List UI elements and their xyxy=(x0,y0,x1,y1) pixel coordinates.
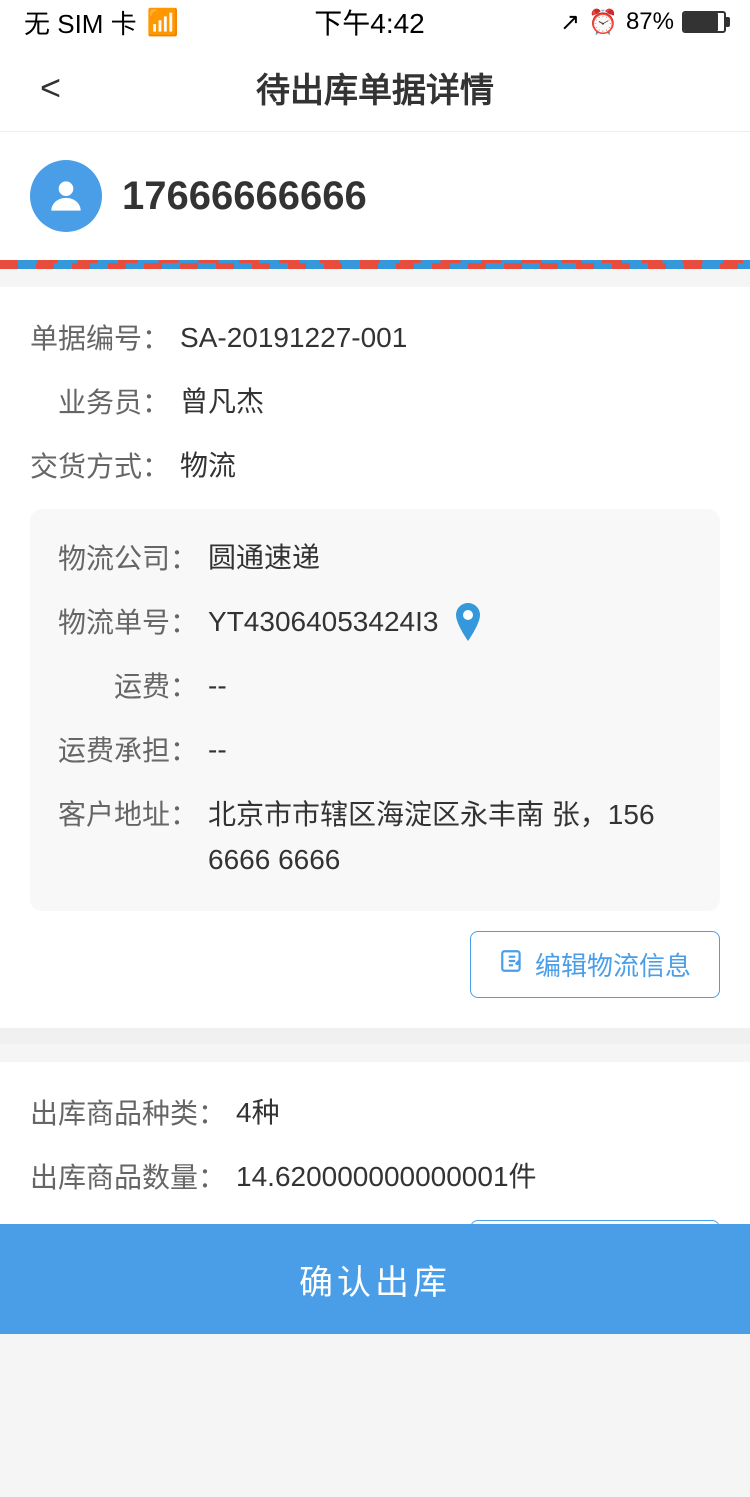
outbound-types-label: 出库商品种类： xyxy=(30,1092,226,1132)
logistics-tracking-label: 物流单号： xyxy=(58,601,198,641)
logistics-card: 物流公司： 圆通速递 物流单号： YT43064053424I3 运费： -- … xyxy=(30,509,720,911)
logistics-tracking-row: 物流单号： YT43064053424I3 xyxy=(58,601,692,643)
document-number-label: 单据编号： xyxy=(30,317,170,357)
status-left: 无 SIM 卡 📶 xyxy=(24,4,179,41)
document-number-row: 单据编号： SA-20191227-001 xyxy=(30,317,720,359)
outbound-types-value: 4种 xyxy=(226,1092,720,1134)
user-icon xyxy=(44,174,88,218)
carrier-text: 无 SIM 卡 xyxy=(24,4,137,41)
salesman-row: 业务员： 曾凡杰 xyxy=(30,381,720,423)
freight-value: -- xyxy=(198,665,692,707)
salesman-label: 业务员： xyxy=(30,381,170,421)
freight-bear-row: 运费承担： -- xyxy=(58,729,692,771)
logistics-company-label: 物流公司： xyxy=(58,537,198,577)
avatar xyxy=(30,160,102,232)
address-label: 客户地址： xyxy=(58,793,198,833)
location-pin-icon[interactable] xyxy=(452,603,484,641)
address-row: 客户地址： 北京市市辖区海淀区永丰南 张，156 6666 6666 xyxy=(58,793,692,883)
delivery-value: 物流 xyxy=(170,445,720,487)
page-title: 待出库单据详情 xyxy=(256,63,494,112)
freight-bear-value: -- xyxy=(198,729,692,771)
battery-text: 87% xyxy=(626,8,674,36)
document-number-value: SA-20191227-001 xyxy=(170,317,720,359)
edit-icon xyxy=(499,948,525,981)
delivery-row: 交货方式： 物流 xyxy=(30,445,720,487)
location-icon: ↗ xyxy=(560,8,580,37)
edit-logistics-label: 编辑物流信息 xyxy=(535,946,691,983)
customer-header: 17666666666 xyxy=(0,132,750,263)
outbound-types-row: 出库商品种类： 4种 xyxy=(30,1092,720,1134)
confirm-label: 确认出库 xyxy=(299,1255,451,1304)
gray-divider xyxy=(0,1028,750,1044)
status-right: ↗ ⏰ 87% xyxy=(560,8,726,37)
customer-phone: 17666666666 xyxy=(122,174,367,219)
dashed-divider xyxy=(0,263,750,269)
edit-logistics-button-area: 编辑物流信息 xyxy=(30,931,720,998)
freight-label: 运费： xyxy=(58,665,198,705)
confirm-bar[interactable]: 确认出库 xyxy=(0,1224,750,1334)
freight-row: 运费： -- xyxy=(58,665,692,707)
logistics-tracking-value: YT43064053424I3 xyxy=(198,601,692,643)
outbound-quantity-row: 出库商品数量： 14.620000000000001件 xyxy=(30,1156,720,1198)
logistics-company-value: 圆通速递 xyxy=(198,537,692,579)
bottom-spacer xyxy=(0,1317,750,1497)
nav-bar: < 待出库单据详情 xyxy=(0,44,750,132)
outbound-quantity-value: 14.620000000000001件 xyxy=(226,1156,720,1198)
battery-icon xyxy=(682,11,726,33)
outbound-quantity-label: 出库商品数量： xyxy=(30,1156,226,1196)
alarm-icon: ⏰ xyxy=(588,8,618,37)
back-button[interactable]: < xyxy=(30,57,71,119)
status-bar: 无 SIM 卡 📶 下午4:42 ↗ ⏰ 87% xyxy=(0,0,750,44)
document-section: 单据编号： SA-20191227-001 业务员： 曾凡杰 交货方式： 物流 … xyxy=(0,287,750,1028)
freight-bear-label: 运费承担： xyxy=(58,729,198,769)
address-value: 北京市市辖区海淀区永丰南 张，156 6666 6666 xyxy=(198,793,692,883)
edit-logistics-button[interactable]: 编辑物流信息 xyxy=(470,931,720,998)
salesman-value: 曾凡杰 xyxy=(170,381,720,423)
wifi-icon: 📶 xyxy=(147,7,179,38)
status-time: 下午4:42 xyxy=(314,2,425,42)
delivery-label: 交货方式： xyxy=(30,445,170,485)
logistics-company-row: 物流公司： 圆通速递 xyxy=(58,537,692,579)
